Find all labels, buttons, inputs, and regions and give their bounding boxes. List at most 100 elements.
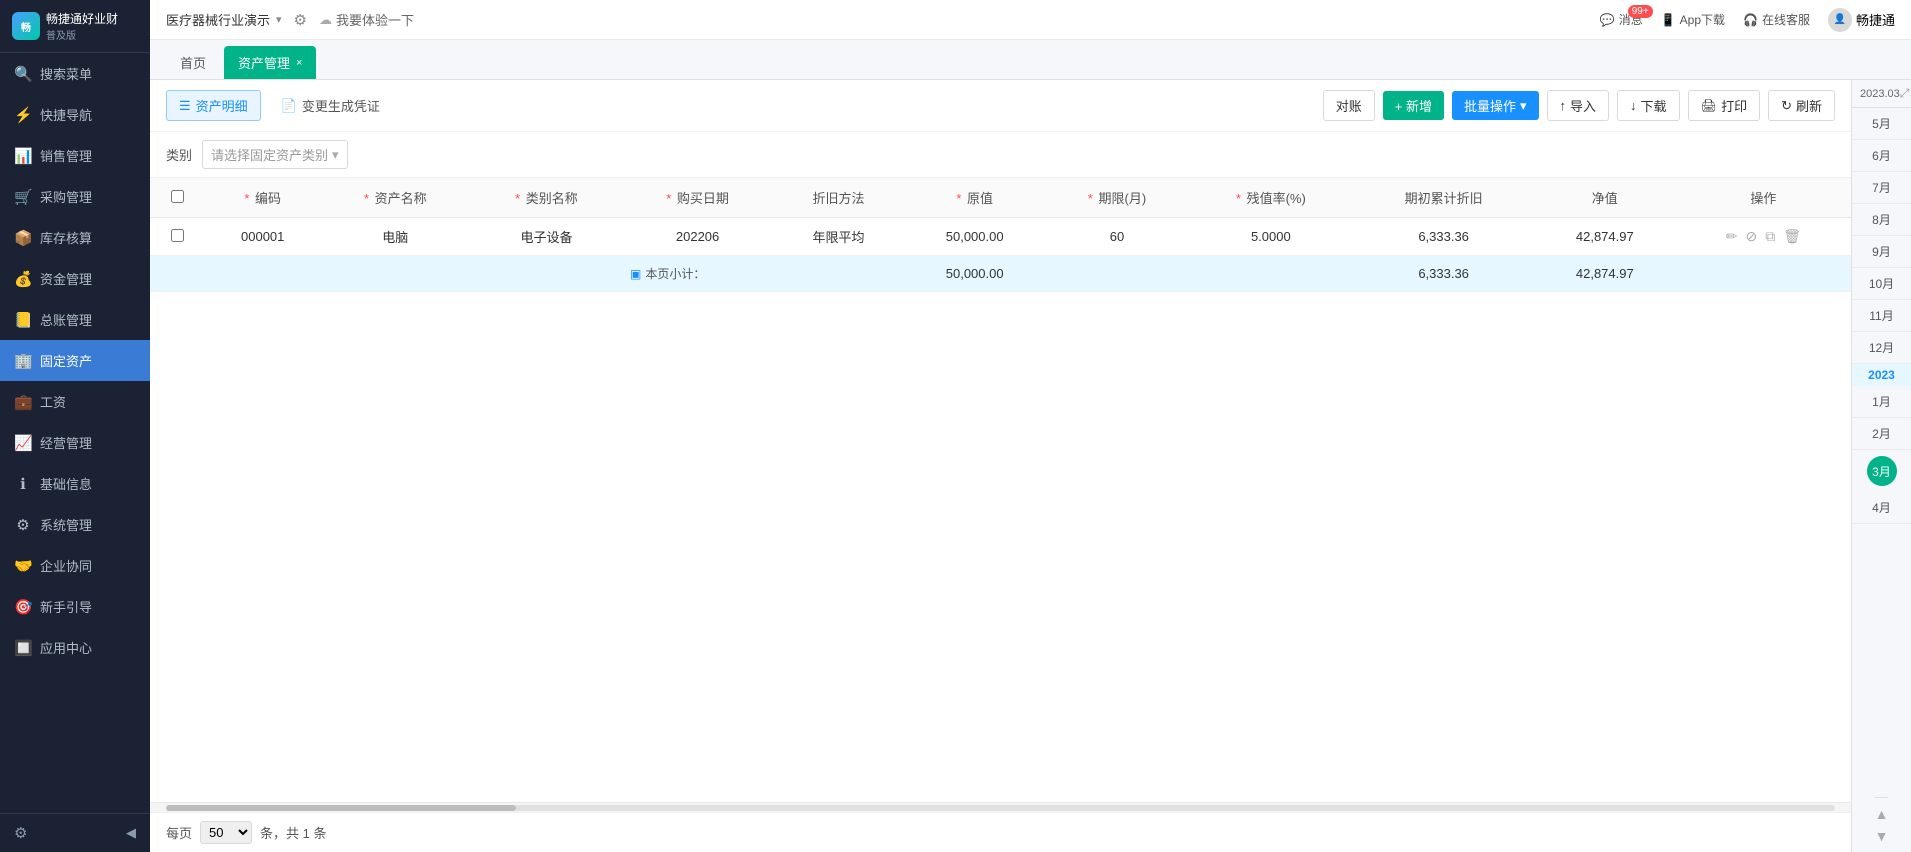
month-item-2[interactable]: 2月	[1852, 418, 1911, 450]
view-tab-asset-detail[interactable]: ☰ 资产明细	[166, 90, 261, 121]
col-residual-rate: 残值率(%)	[1188, 178, 1353, 218]
sidebar-item-label: 新手引导	[40, 597, 92, 616]
batch-label: 批量操作	[1464, 96, 1516, 115]
sidebar-item-ledger[interactable]: 📒 总账管理	[0, 299, 150, 340]
month-item-11[interactable]: 11月	[1852, 300, 1911, 332]
table-row: 000001 电脑 电子设备 202206 年限平均 50,000.00 60 …	[150, 218, 1851, 256]
cloud-icon: ☁	[319, 12, 332, 28]
sidebar-settings-icon[interactable]: ⚙	[14, 824, 27, 842]
sidebar-item-search[interactable]: 🔍 搜索菜单	[0, 53, 150, 94]
sidebar-item-enterprise[interactable]: 🤝 企业协同	[0, 545, 150, 586]
filterbar: 类别 请选择固定资产类别 ▾	[150, 132, 1851, 178]
month-item-6[interactable]: 6月	[1852, 140, 1911, 172]
month-item-3-active[interactable]: 3月	[1867, 456, 1897, 486]
payroll-icon: 💼	[14, 393, 32, 411]
inventory-icon: 📦	[14, 229, 32, 247]
edit-icon[interactable]: ✏	[1726, 228, 1738, 245]
voucher-icon: 📄	[281, 98, 297, 114]
sidebar-item-sales[interactable]: 📊 销售管理	[0, 135, 150, 176]
delete-icon[interactable]: 🗑	[1783, 228, 1801, 245]
right-panel-expand-icon[interactable]: ⤢	[1900, 86, 1910, 101]
user-menu[interactable]: 👤 畅捷通	[1828, 8, 1895, 32]
sidebar-item-label: 企业协同	[40, 556, 92, 575]
month-item-5[interactable]: 5月	[1852, 108, 1911, 140]
view-tab-change-voucher[interactable]: 📄 变更生成凭证	[269, 91, 392, 120]
list-icon: ☰	[179, 98, 191, 114]
scrollbar-thumb[interactable]	[166, 805, 516, 811]
disable-icon[interactable]: ⊘	[1745, 228, 1757, 245]
month-item-7[interactable]: 7月	[1852, 172, 1911, 204]
tab-asset-management[interactable]: 资产管理 ×	[224, 46, 316, 79]
sidebar-item-guide[interactable]: 🎯 新手引导	[0, 586, 150, 627]
reconcile-button[interactable]: 对账	[1323, 90, 1375, 121]
panel-down-icon[interactable]: ▼	[1875, 828, 1889, 844]
app-download-button[interactable]: 📱 App下载	[1661, 11, 1725, 28]
month-item-9[interactable]: 9月	[1852, 236, 1911, 268]
right-panel-date: 2023.03	[1860, 88, 1900, 100]
row-period: 60	[1046, 218, 1189, 256]
username: 畅捷通	[1856, 10, 1895, 29]
sidebar-item-label: 搜索菜单	[40, 64, 92, 83]
sidebar-collapse-button[interactable]: ◀	[126, 825, 136, 841]
sidebar-item-fixed-assets[interactable]: 🏢 固定资产	[0, 340, 150, 381]
sidebar-logo: 畅 畅捷通好业财 普及版	[0, 0, 150, 53]
sidebar-item-app-center[interactable]: 🔲 应用中心	[0, 627, 150, 668]
sidebar-item-purchase[interactable]: 🛒 采购管理	[0, 176, 150, 217]
subtotal-accumulated-depreciation: 6,333.36	[1353, 256, 1534, 292]
refresh-label: 刷新	[1796, 96, 1822, 115]
sidebar-nav: 🔍 搜索菜单 ⚡ 快捷导航 📊 销售管理 🛒 采购管理 📦 库存核算 💰 资金管…	[0, 53, 150, 813]
per-page-select[interactable]: 50 10 20 100	[200, 821, 252, 844]
sidebar-item-basic-info[interactable]: ℹ 基础信息	[0, 463, 150, 504]
tab-home[interactable]: 首页	[166, 46, 220, 79]
print-icon: 🖨	[1701, 98, 1718, 114]
sidebar-item-label: 销售管理	[40, 146, 92, 165]
row-net-value: 42,874.97	[1534, 218, 1676, 256]
row-purchase-date: 202206	[622, 218, 773, 256]
month-item-4[interactable]: 4月	[1852, 492, 1911, 524]
refresh-icon: ↻	[1781, 98, 1792, 114]
import-button[interactable]: ↑ 导入	[1547, 90, 1610, 121]
month-item-8[interactable]: 8月	[1852, 204, 1911, 236]
select-all-checkbox[interactable]	[171, 190, 184, 203]
topbar-settings-icon[interactable]: ⚙	[294, 11, 307, 29]
tab-close-icon[interactable]: ×	[296, 57, 302, 69]
sidebar-item-quick-nav[interactable]: ⚡ 快捷导航	[0, 94, 150, 135]
col-depreciation-method: 折旧方法	[773, 178, 904, 218]
sidebar-item-operations[interactable]: 📈 经营管理	[0, 422, 150, 463]
month-item-10[interactable]: 10月	[1852, 268, 1911, 300]
col-purchase-date: 购买日期	[622, 178, 773, 218]
horizontal-scrollbar[interactable]	[150, 802, 1851, 812]
sidebar-bottom: ⚙ ◀	[0, 813, 150, 852]
messages-button[interactable]: 💬 消息 99+	[1600, 11, 1643, 28]
copy-icon[interactable]: ⧉	[1765, 228, 1775, 245]
subtotal-icon: ▣	[630, 267, 641, 281]
print-button[interactable]: 🖨 打印	[1688, 90, 1761, 121]
online-service-label: 在线客服	[1762, 11, 1810, 28]
download-button[interactable]: ↓ 下载	[1617, 90, 1680, 121]
sidebar-item-inventory[interactable]: 📦 库存核算	[0, 217, 150, 258]
sidebar-item-system[interactable]: ⚙ 系统管理	[0, 504, 150, 545]
tab-label: 资产管理	[238, 53, 290, 72]
new-button[interactable]: + 新增	[1383, 91, 1444, 120]
row-accumulated-depreciation: 6,333.36	[1353, 218, 1534, 256]
sidebar-item-capital[interactable]: 💰 资金管理	[0, 258, 150, 299]
subtotal-label: 本页小计：	[645, 265, 705, 282]
topbar-right: 💬 消息 99+ 📱 App下载 🎧 在线客服 👤 畅捷通	[1600, 8, 1895, 32]
batch-button[interactable]: 批量操作 ▾	[1452, 91, 1539, 120]
message-icon: 💬	[1600, 13, 1615, 27]
online-service-button[interactable]: 🎧 在线客服	[1743, 11, 1810, 28]
system-icon: ⚙	[14, 516, 32, 534]
right-panel-header: 2023.03 ⤢ ×	[1852, 80, 1911, 108]
row-checkbox[interactable]	[171, 229, 184, 242]
panel-up-icon[interactable]: ▲	[1875, 806, 1889, 822]
month-item-12[interactable]: 12月	[1852, 332, 1911, 364]
experience-button[interactable]: ☁ 我要体验一下	[319, 10, 414, 29]
app-download-label: App下载	[1680, 11, 1725, 28]
fixed-assets-icon: 🏢	[14, 352, 32, 370]
sidebar-item-payroll[interactable]: 💼 工资	[0, 381, 150, 422]
category-filter[interactable]: 请选择固定资产类别 ▾	[202, 140, 348, 169]
month-item-1[interactable]: 1月	[1852, 386, 1911, 418]
row-checkbox-cell	[150, 218, 206, 256]
refresh-button[interactable]: ↻ 刷新	[1768, 90, 1835, 121]
company-selector[interactable]: 医疗器械行业演示 ▾	[166, 10, 282, 29]
